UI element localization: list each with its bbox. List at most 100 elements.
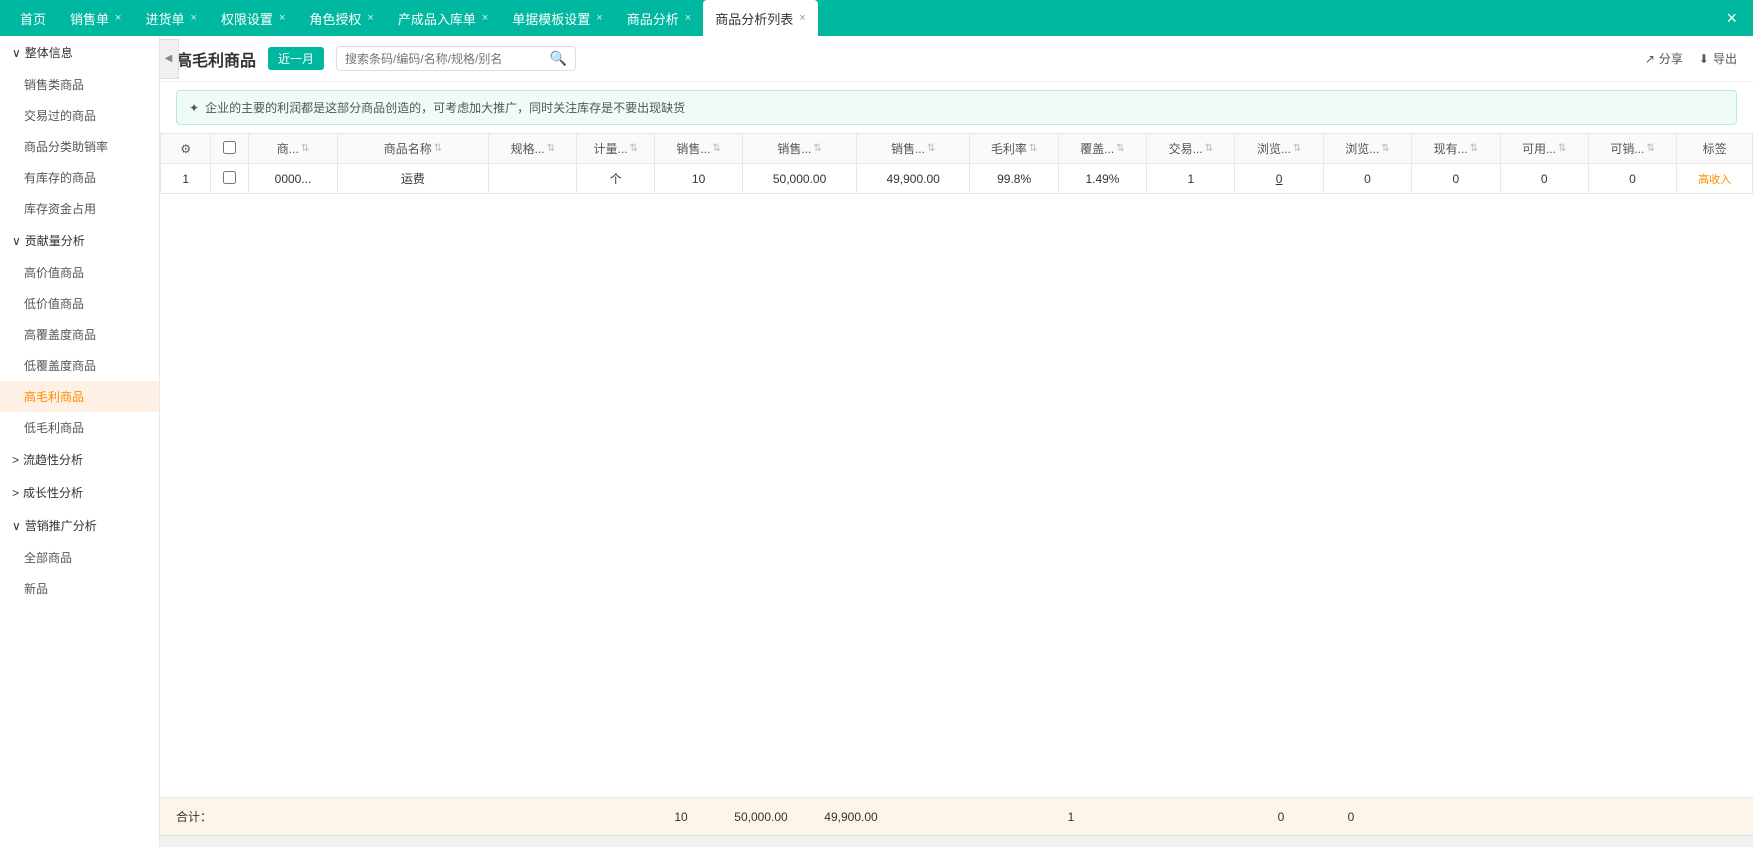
sidebar-item-高毛利商品[interactable]: 高毛利商品 (0, 381, 159, 412)
sidebar-item-交易过的商品[interactable]: 交易过的商品 (0, 100, 159, 131)
nav-item-单据模板设置[interactable]: 单据模板设置× (500, 0, 614, 36)
sort-icon-12[interactable]: ⇅ (1293, 143, 1301, 154)
sidebar-item-有库存的商品[interactable]: 有库存的商品 (0, 162, 159, 193)
row-select-checkbox[interactable] (223, 171, 236, 184)
sidebar-section-营销推广分析[interactable]: ∨ 营销推广分析 (0, 509, 159, 542)
search-box: 🔍 (336, 46, 576, 71)
nav-item-销售单[interactable]: 销售单× (58, 0, 133, 36)
sidebar-section-整体信息[interactable]: ∨ 整体信息 (0, 36, 159, 69)
sidebar-item-库存资金占用[interactable]: 库存资金占用 (0, 193, 159, 224)
col-header-2[interactable]: 商...⇅ (249, 134, 337, 164)
col-label: 可销... (1610, 140, 1644, 157)
nav-item-首页[interactable]: 首页 (8, 0, 58, 36)
sort-icon-7[interactable]: ⇅ (813, 143, 821, 154)
col-label: 标签 (1703, 140, 1727, 157)
sort-icon-13[interactable]: ⇅ (1381, 143, 1389, 154)
col-header-8[interactable]: 销售...⇅ (856, 134, 970, 164)
sidebar-item-高价值商品[interactable]: 高价值商品 (0, 257, 159, 288)
nav-close-button[interactable]: × (685, 12, 691, 24)
nav-close-button[interactable]: × (279, 12, 285, 24)
horizontal-scrollbar[interactable] (160, 835, 1753, 847)
export-button[interactable]: ⬇ 导出 (1699, 50, 1737, 67)
sort-icon-3[interactable]: ⇅ (434, 143, 442, 154)
settings-icon[interactable]: ⚙ (180, 142, 191, 156)
nav-close-button[interactable]: × (367, 12, 373, 24)
sidebar-item-低毛利商品[interactable]: 低毛利商品 (0, 412, 159, 443)
sort-icon-5[interactable]: ⇅ (630, 143, 638, 154)
col-header-7[interactable]: 销售...⇅ (743, 134, 857, 164)
sidebar: ∨ 整体信息销售类商品交易过的商品商品分类助销率有库存的商品库存资金占用∨ 贡献… (0, 36, 160, 847)
sidebar-section-流趋性分析[interactable]: > 流趋性分析 (0, 443, 159, 476)
sidebar-section-贡献量分析[interactable]: ∨ 贡献量分析 (0, 224, 159, 257)
table-wrapper: ⚙商...⇅商品名称⇅规格...⇅计量...⇅销售...⇅销售...⇅销售...… (160, 133, 1753, 797)
sidebar-item-新品[interactable]: 新品 (0, 573, 159, 604)
sort-icon-14[interactable]: ⇅ (1470, 143, 1478, 154)
col-label: 商... (277, 140, 299, 157)
col-header-11[interactable]: 交易...⇅ (1147, 134, 1235, 164)
period-filter-button[interactable]: 近一月 (268, 47, 324, 70)
nav-item-商品分析列表[interactable]: 商品分析列表× (703, 0, 817, 36)
col-header-12[interactable]: 浏览...⇅ (1235, 134, 1323, 164)
col-header-16[interactable]: 可销...⇅ (1588, 134, 1676, 164)
coverage: 1.49% (1058, 164, 1146, 194)
browse1: 0 (1235, 164, 1323, 194)
col-header-10[interactable]: 覆盖...⇅ (1058, 134, 1146, 164)
gross-rate: 99.8% (970, 164, 1058, 194)
col-header-15[interactable]: 可用...⇅ (1500, 134, 1588, 164)
arrow-icon: > (12, 486, 19, 500)
sort-icon-4[interactable]: ⇅ (547, 143, 555, 154)
sort-icon-9[interactable]: ⇅ (1029, 143, 1037, 154)
col-header-inner-14: 现有...⇅ (1420, 140, 1491, 157)
sort-icon-16[interactable]: ⇅ (1646, 143, 1654, 154)
nav-item-进货单[interactable]: 进货单× (133, 0, 208, 36)
footer-cell-6: 10 (646, 810, 716, 824)
row-index: 1 (161, 164, 211, 194)
col-label: 销售... (777, 140, 811, 157)
col-header-3[interactable]: 商品名称⇅ (337, 134, 488, 164)
footer-cell-9 (896, 810, 966, 824)
sidebar-section-成长性分析[interactable]: > 成长性分析 (0, 476, 159, 509)
col-label: 可用... (1522, 140, 1556, 157)
nav-close-button[interactable]: × (190, 12, 196, 24)
nav-item-权限设置[interactable]: 权限设置× (209, 0, 297, 36)
content-header: ◀ 高毛利商品 近一月 🔍 ↗ 分享 ⬇ 导出 (160, 36, 1753, 82)
nav-close-button[interactable]: × (482, 12, 488, 24)
share-button[interactable]: ↗ 分享 (1645, 50, 1683, 67)
sidebar-item-高覆盖度商品[interactable]: 高覆盖度商品 (0, 319, 159, 350)
col-header-13[interactable]: 浏览...⇅ (1323, 134, 1411, 164)
sort-icon-6[interactable]: ⇅ (712, 143, 720, 154)
nav-close-button[interactable]: × (596, 12, 602, 24)
col-header-inner-15: 可用...⇅ (1509, 140, 1580, 157)
sort-icon-2[interactable]: ⇅ (301, 143, 309, 154)
nav-item-商品分析[interactable]: 商品分析× (615, 0, 703, 36)
sidebar-item-低覆盖度商品[interactable]: 低覆盖度商品 (0, 350, 159, 381)
nav-item-角色授权[interactable]: 角色授权× (297, 0, 385, 36)
close-all-button[interactable]: × (1718, 8, 1745, 29)
search-input[interactable] (345, 52, 544, 66)
sort-icon-15[interactable]: ⇅ (1558, 143, 1566, 154)
sidebar-item-全部商品[interactable]: 全部商品 (0, 542, 159, 573)
footer-cell-3 (396, 810, 516, 824)
sidebar-collapse-button[interactable]: ◀ (160, 39, 179, 79)
sort-icon-10[interactable]: ⇅ (1116, 143, 1124, 154)
nav-close-button[interactable]: × (115, 12, 121, 24)
col-header-inner-8: 销售...⇅ (865, 140, 962, 157)
sort-icon-11[interactable]: ⇅ (1205, 143, 1213, 154)
sidebar-item-商品分类助销率[interactable]: 商品分类助销率 (0, 131, 159, 162)
sidebar-item-销售类商品[interactable]: 销售类商品 (0, 69, 159, 100)
col-header-4[interactable]: 规格...⇅ (489, 134, 577, 164)
col-header-6[interactable]: 销售...⇅ (654, 134, 742, 164)
search-icon[interactable]: 🔍 (550, 50, 567, 67)
select-all-checkbox[interactable] (223, 141, 236, 154)
col-header-5[interactable]: 计量...⇅ (577, 134, 654, 164)
sales-qty: 10 (654, 164, 742, 194)
nav-item-产成品入库单[interactable]: 产成品入库单× (386, 0, 500, 36)
current-stock: 0 (1412, 164, 1500, 194)
nav-close-button[interactable]: × (799, 12, 805, 24)
footer-cell-15: 0 (1316, 810, 1386, 824)
sort-icon-8[interactable]: ⇅ (927, 143, 935, 154)
col-header-14[interactable]: 现有...⇅ (1412, 134, 1500, 164)
browse-link[interactable]: 0 (1276, 172, 1283, 186)
sidebar-item-低价值商品[interactable]: 低价值商品 (0, 288, 159, 319)
col-header-9[interactable]: 毛利率⇅ (970, 134, 1058, 164)
